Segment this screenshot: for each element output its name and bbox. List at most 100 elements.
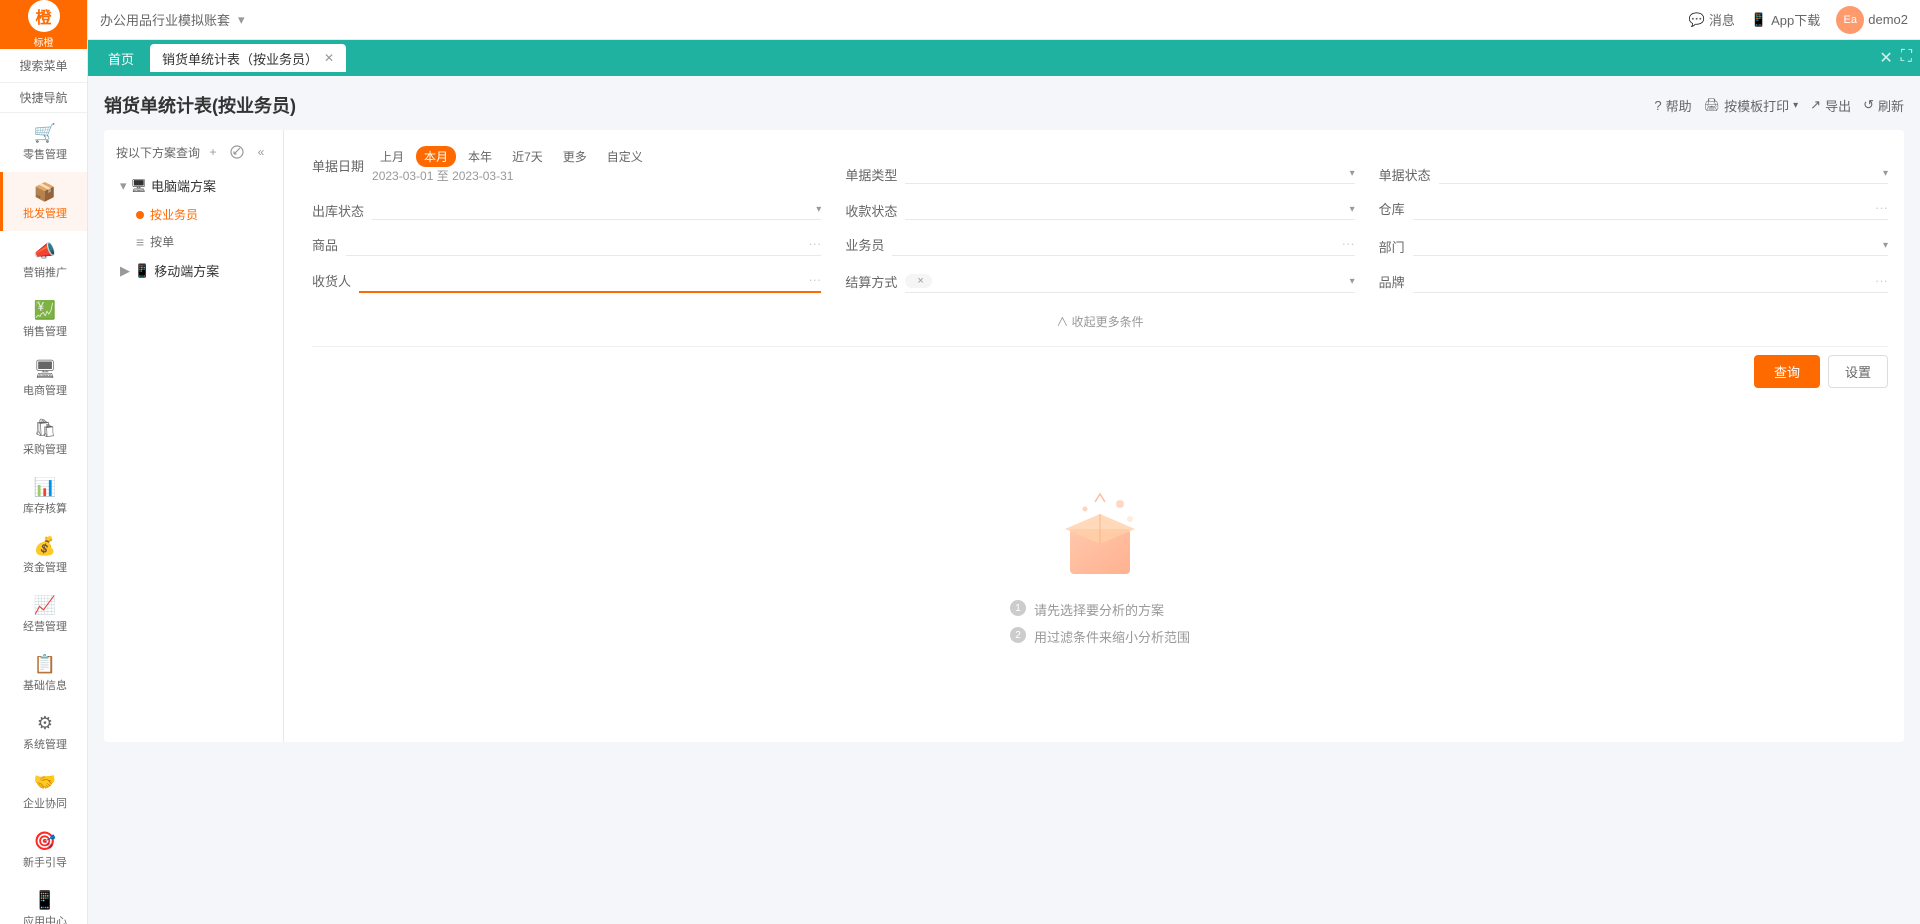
sidebar-item-sales[interactable]: 💹 销售管理 [0, 290, 87, 349]
scheme-by-salesperson[interactable]: 按业务员 [128, 201, 275, 228]
sidebar-item-newguide[interactable]: 🎯 新手引导 [0, 821, 87, 880]
app-download-btn[interactable]: 📱 App下载 [1751, 10, 1820, 29]
product-label: 商品 [312, 235, 338, 254]
filter-receiptstatus: 收款状态 ▾ [845, 200, 1354, 220]
date-tab-7days[interactable]: 近7天 [504, 146, 551, 167]
sidebar-item-base[interactable]: 📋 基础信息 [0, 644, 87, 703]
brand-label: 品牌 [1379, 272, 1405, 291]
settlement-tag-close[interactable]: × [917, 275, 923, 287]
sidebar-logo[interactable]: 橙 标橙 [0, 0, 88, 49]
sidebar-item-wholesale[interactable]: 📦 批发管理 [0, 172, 87, 231]
outstatus-label: 出库状态 [312, 201, 364, 220]
base-icon: 📋 [34, 654, 56, 675]
salesperson-input[interactable]: ··· [892, 232, 1354, 256]
tab-close-icon[interactable]: ✕ [324, 51, 334, 65]
scheme-desktop-label: 电脑端方案 [151, 176, 216, 195]
ecommerce-icon: 🖥 [34, 359, 57, 380]
newguide-icon: 🎯 [34, 831, 56, 852]
sidebar-item-system[interactable]: ⚙ 系统管理 [0, 703, 87, 762]
topbar-left: 办公用品行业模拟账套 ▾ [100, 10, 245, 29]
scheme-sub-desktop: 按业务员 ≡ 按单 [112, 201, 275, 255]
dept-label: 部门 [1379, 237, 1405, 256]
empty-state: 1 请先选择要分析的方案 2 用过滤条件来缩小分析范围 [312, 404, 1888, 726]
username-label: demo2 [1868, 12, 1908, 27]
active-dot [136, 211, 144, 219]
outstatus-select[interactable]: ▾ [372, 200, 821, 220]
date-tab-thismonth[interactable]: 本月 [416, 146, 456, 167]
messages-btn[interactable]: 💬 消息 [1689, 10, 1735, 29]
panel-collapse-btn[interactable]: « [251, 142, 271, 162]
breadcrumb-dropdown-icon[interactable]: ▾ [238, 12, 245, 28]
settlement-tag: × [905, 274, 931, 288]
product-input[interactable]: ··· [346, 232, 821, 256]
purchase-icon: 🛍 [34, 418, 57, 439]
docstatus-select[interactable]: ▾ [1439, 164, 1888, 184]
quick-nav-label[interactable]: 快捷导航 [19, 91, 67, 105]
receiver-text-input[interactable] [359, 273, 808, 287]
dept-dropdown-icon: ▾ [1883, 240, 1888, 251]
operation-icon: 📈 [34, 595, 56, 616]
sidebar-item-newguide-label: 新手引导 [23, 854, 67, 870]
sidebar-search-nav[interactable]: 搜索菜单 [0, 49, 87, 83]
filter-dept: 部门 ▾ [1379, 236, 1888, 256]
brand-input[interactable]: ··· [1413, 269, 1888, 293]
print-icon: 🖨 [1704, 97, 1721, 113]
help-btn[interactable]: ? 帮助 [1654, 96, 1691, 115]
panel-edit-btn[interactable] [227, 142, 247, 162]
refresh-icon: ↺ [1863, 97, 1874, 113]
sidebar-item-purchase[interactable]: 🛍 采购管理 [0, 408, 87, 467]
apps-icon: 📱 [34, 890, 56, 911]
refresh-label: 刷新 [1878, 96, 1904, 115]
doctype-select[interactable]: ▾ [905, 164, 1354, 184]
scheme-by-order[interactable]: ≡ 按单 [128, 228, 275, 255]
scheme-order-label: 按单 [150, 233, 174, 250]
date-tab-more[interactable]: 更多 [555, 146, 595, 167]
date-tab-lastmonth[interactable]: 上月 [372, 146, 412, 167]
warehouse-input[interactable]: ··· [1413, 196, 1888, 220]
refresh-btn[interactable]: ↺ 刷新 [1863, 96, 1904, 115]
scheme-category-desktop[interactable]: ▾ 🖥 电脑端方案 [112, 170, 275, 201]
sidebar-item-operation[interactable]: 📈 经营管理 [0, 585, 87, 644]
tab-close-window-btn[interactable]: ✕ [1879, 48, 1892, 68]
panel-add-btn[interactable]: + [203, 142, 223, 162]
sidebar-item-finance[interactable]: 💰 资金管理 [0, 526, 87, 585]
scheme-section-mobile: ▶ 📱 移动端方案 [104, 255, 283, 286]
receiptstatus-select[interactable]: ▾ [905, 200, 1354, 220]
sidebar-item-apps[interactable]: 📱 应用中心 [0, 880, 87, 924]
sidebar-item-enterprise[interactable]: 🤝 企业协同 [0, 762, 87, 821]
export-btn[interactable]: ↗ 导出 [1810, 96, 1851, 115]
user-menu[interactable]: Ea demo2 [1836, 6, 1908, 34]
search-menu-label[interactable]: 搜索菜单 [19, 59, 67, 73]
sidebar-item-marketing[interactable]: 📣 营销推广 [0, 231, 87, 290]
enterprise-icon: 🤝 [34, 772, 56, 793]
sidebar-quick-nav[interactable]: 快捷导航 [0, 83, 87, 113]
topbar: 办公用品行业模拟账套 ▾ 💬 消息 📱 App下载 Ea demo2 [88, 0, 1920, 40]
date-tab-custom[interactable]: 自定义 [599, 146, 651, 167]
scheme-category-mobile[interactable]: ▶ 📱 移动端方案 [112, 255, 275, 286]
sidebar-item-enterprise-label: 企业协同 [23, 795, 67, 811]
settlement-control: × ▾ [905, 270, 1354, 293]
dept-select[interactable]: ▾ [1413, 236, 1888, 256]
tab-sales-stat[interactable]: 销货单统计表（按业务员） ✕ [150, 44, 346, 72]
sidebar-item-retail[interactable]: 🛒 零售管理 [0, 113, 87, 172]
settlement-dropdown-icon[interactable]: ▾ [1350, 276, 1355, 287]
tab-expand-btn[interactable]: ⛶ [1901, 48, 1912, 68]
app-download-label: App下载 [1771, 10, 1820, 29]
receiver-input[interactable]: ··· [359, 268, 821, 293]
date-tabs: 上月 本月 本年 近7天 更多 自定义 [372, 146, 821, 167]
sidebar-item-ecommerce[interactable]: 🖥 电商管理 [0, 349, 87, 408]
settings-button[interactable]: 设置 [1828, 355, 1888, 388]
query-button[interactable]: 查询 [1754, 355, 1820, 388]
filter-product: 商品 ··· [312, 232, 821, 256]
filter-date: 单据日期 上月 本月 本年 近7天 更多 自定义 2023-03-01 至 20… [312, 146, 821, 184]
tab-home[interactable]: 首页 [96, 44, 146, 72]
empty-svg [1040, 484, 1160, 584]
panel-title: 按以下方案查询 [116, 144, 200, 161]
date-tab-thisyear[interactable]: 本年 [460, 146, 500, 167]
warehouse-label: 仓库 [1379, 199, 1405, 218]
collapse-btn[interactable]: ∧ 收起更多条件 [1056, 313, 1143, 330]
sidebar-item-inventory[interactable]: 📊 库存核算 [0, 467, 87, 526]
print-btn[interactable]: 🖨 按模板打印 ▾ [1704, 96, 1799, 115]
page-title: 销货单统计表(按业务员) [104, 92, 296, 118]
inventory-icon: 📊 [34, 477, 56, 498]
